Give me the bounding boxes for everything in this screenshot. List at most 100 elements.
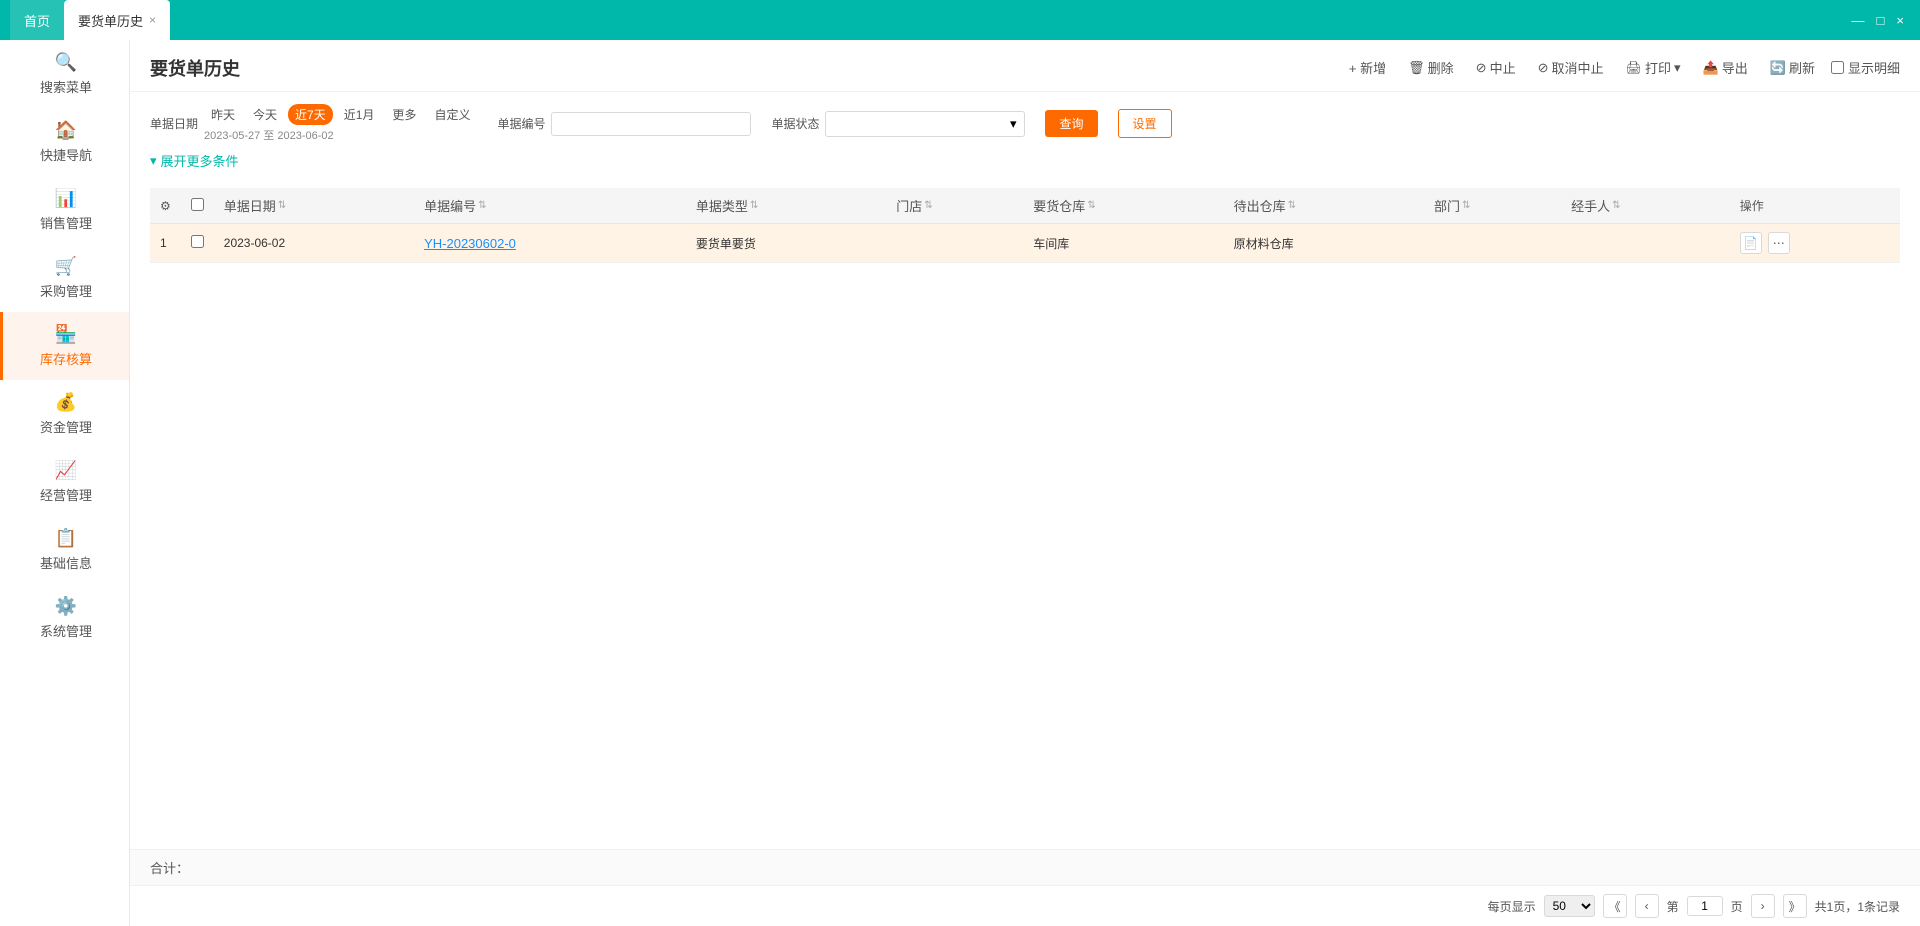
- date-filter-group: 单据日期 昨天 今天 近7天 近1月 更多 自定义 2023-05-27 至 2…: [150, 104, 477, 143]
- cell-doc-no: YH-20230602-0: [414, 224, 686, 263]
- sidebar-item-sales[interactable]: 📊 销售管理: [0, 176, 129, 244]
- th-store[interactable]: 门店 ⇅: [886, 188, 1023, 224]
- date-options: 昨天 今天 近7天 近1月 更多 自定义: [204, 104, 477, 125]
- th-handler[interactable]: 经手人 ⇅: [1561, 188, 1730, 224]
- search-menu-icon: 🔍: [55, 52, 77, 73]
- operations-icon: 📈: [55, 460, 77, 481]
- cell-req-warehouse: 车间库: [1023, 224, 1223, 263]
- tab-close-icon[interactable]: ×: [149, 13, 156, 27]
- print-button[interactable]: 🖨 打印 ▾: [1620, 54, 1687, 81]
- row-view-button[interactable]: 📄: [1740, 232, 1762, 254]
- th-req-warehouse[interactable]: 要货仓库 ⇅: [1023, 188, 1223, 224]
- sidebar-item-search-menu[interactable]: 🔍 搜索菜单: [0, 40, 129, 108]
- stop-icon: ⊘: [1476, 60, 1487, 76]
- cell-actions: 📄 ⋯: [1730, 224, 1900, 263]
- last-page-button[interactable]: 》: [1783, 894, 1807, 918]
- prev-page-button[interactable]: ‹: [1635, 894, 1659, 918]
- table-header: ⚙ 单据日期 ⇅ 单据编号: [150, 188, 1900, 224]
- th-settings[interactable]: ⚙: [150, 188, 181, 224]
- th-checkbox: [181, 188, 214, 224]
- th-actions: 操作: [1730, 188, 1900, 224]
- total-info: 共1页，1条记录: [1815, 898, 1900, 915]
- doc-no-link[interactable]: YH-20230602-0: [424, 236, 516, 251]
- sidebar-item-basic-info[interactable]: 📋 基础信息: [0, 516, 129, 584]
- table-row[interactable]: 1 2023-06-02 YH-20230602-0 要货单要货 车间库 原材料…: [150, 224, 1900, 263]
- next-page-button[interactable]: ›: [1751, 894, 1775, 918]
- first-page-button[interactable]: 《: [1603, 894, 1627, 918]
- print-dropdown-icon: ▾: [1674, 60, 1681, 76]
- select-all-checkbox[interactable]: [191, 198, 204, 211]
- expand-filter-button[interactable]: ▾ 展开更多条件: [150, 151, 1900, 170]
- main-layout: 🔍 搜索菜单 🏠 快捷导航 📊 销售管理 🛒 采购管理 🏪 库存核算 💰 资金管…: [0, 40, 1920, 926]
- sidebar-item-finance[interactable]: 💰 资金管理: [0, 380, 129, 448]
- sidebar-item-purchase[interactable]: 🛒 采购管理: [0, 244, 129, 312]
- cell-index: 1: [150, 224, 181, 263]
- status-select-arrow: ▾: [1010, 116, 1017, 132]
- doc-no-filter-group: 单据编号: [497, 112, 751, 136]
- sort-pending-wh-icon: ⇅: [1288, 200, 1296, 211]
- cell-store: [886, 224, 1023, 263]
- sidebar-item-operations[interactable]: 📈 经营管理: [0, 448, 129, 516]
- table-area: ⚙ 单据日期 ⇅ 单据编号: [130, 178, 1920, 849]
- filter-row: 单据日期 昨天 今天 近7天 近1月 更多 自定义 2023-05-27 至 2…: [150, 104, 1900, 143]
- th-doc-type[interactable]: 单据类型 ⇅: [686, 188, 886, 224]
- page-suffix: 页: [1731, 898, 1743, 915]
- expand-icon: ▾: [150, 153, 157, 169]
- cell-dept: [1424, 224, 1561, 263]
- status-filter-group: 单据状态 ▾: [771, 111, 1025, 137]
- maximize-icon[interactable]: □: [1877, 13, 1885, 28]
- date-btn-more[interactable]: 更多: [385, 104, 423, 125]
- page-title: 要货单历史: [150, 55, 240, 81]
- cancel-stop-button[interactable]: ⊘ 取消中止: [1532, 54, 1610, 81]
- date-btn-custom[interactable]: 自定义: [427, 104, 477, 125]
- th-doc-no[interactable]: 单据编号 ⇅: [414, 188, 686, 224]
- window-controls: — □ ×: [1852, 13, 1920, 28]
- th-doc-date[interactable]: 单据日期 ⇅: [214, 188, 414, 224]
- doc-no-label: 单据编号: [497, 115, 545, 132]
- date-btn-yesterday[interactable]: 昨天: [204, 104, 242, 125]
- purchase-icon: 🛒: [55, 256, 77, 277]
- page-input[interactable]: [1687, 896, 1723, 916]
- sidebar-item-quick-nav[interactable]: 🏠 快捷导航: [0, 108, 129, 176]
- minimize-icon[interactable]: —: [1852, 13, 1865, 28]
- tab-active[interactable]: 要货单历史 ×: [64, 0, 170, 40]
- sidebar: 🔍 搜索菜单 🏠 快捷导航 📊 销售管理 🛒 采购管理 🏪 库存核算 💰 资金管…: [0, 40, 130, 926]
- sidebar-item-system[interactable]: ⚙️ 系统管理: [0, 584, 129, 652]
- cell-doc-date: 2023-06-02: [214, 224, 414, 263]
- row-checkbox[interactable]: [191, 235, 204, 248]
- cell-doc-type: 要货单要货: [686, 224, 886, 263]
- delete-button[interactable]: 🗑 删除: [1402, 54, 1460, 81]
- th-dept[interactable]: 部门 ⇅: [1424, 188, 1561, 224]
- sales-icon: 📊: [55, 188, 77, 209]
- display-detail-checkbox[interactable]: [1831, 61, 1844, 74]
- table-body: 1 2023-06-02 YH-20230602-0 要货单要货 车间库 原材料…: [150, 224, 1900, 263]
- display-detail-toggle[interactable]: 显示明细: [1831, 58, 1900, 77]
- export-button[interactable]: 📤 导出: [1697, 54, 1754, 81]
- per-page-select[interactable]: 50 100 200: [1544, 895, 1595, 917]
- date-btn-7days[interactable]: 近7天: [288, 104, 333, 125]
- sort-doc-type-icon: ⇅: [750, 200, 758, 211]
- query-button[interactable]: 查询: [1045, 110, 1097, 137]
- tab-home[interactable]: 首页: [10, 0, 64, 40]
- sort-doc-no-icon: ⇅: [478, 200, 486, 211]
- sidebar-item-inventory[interactable]: 🏪 库存核算: [0, 312, 129, 380]
- sort-dept-icon: ⇅: [1462, 200, 1470, 211]
- sort-req-wh-icon: ⇅: [1087, 200, 1095, 211]
- inventory-icon: 🏪: [55, 324, 77, 345]
- finance-icon: 💰: [55, 392, 77, 413]
- th-pending-warehouse[interactable]: 待出仓库 ⇅: [1224, 188, 1424, 224]
- date-btn-today[interactable]: 今天: [246, 104, 284, 125]
- status-label: 单据状态: [771, 115, 819, 132]
- refresh-button[interactable]: 🔄 刷新: [1764, 54, 1821, 81]
- toolbar: + 新增 🗑 删除 ⊘ 中止 ⊘ 取消中止 🖨 打印 ▾: [1343, 54, 1900, 81]
- stop-button[interactable]: ⊘ 中止: [1470, 54, 1522, 81]
- new-button[interactable]: + 新增: [1343, 54, 1392, 81]
- status-select[interactable]: ▾: [825, 111, 1025, 137]
- date-btn-1month[interactable]: 近1月: [337, 104, 382, 125]
- settings-button[interactable]: 设置: [1118, 109, 1172, 138]
- cancel-stop-icon: ⊘: [1538, 60, 1549, 76]
- doc-no-input[interactable]: [551, 112, 751, 136]
- table-header-row: ⚙ 单据日期 ⇅ 单据编号: [150, 188, 1900, 224]
- close-window-icon[interactable]: ×: [1896, 13, 1904, 28]
- row-more-button[interactable]: ⋯: [1768, 232, 1790, 254]
